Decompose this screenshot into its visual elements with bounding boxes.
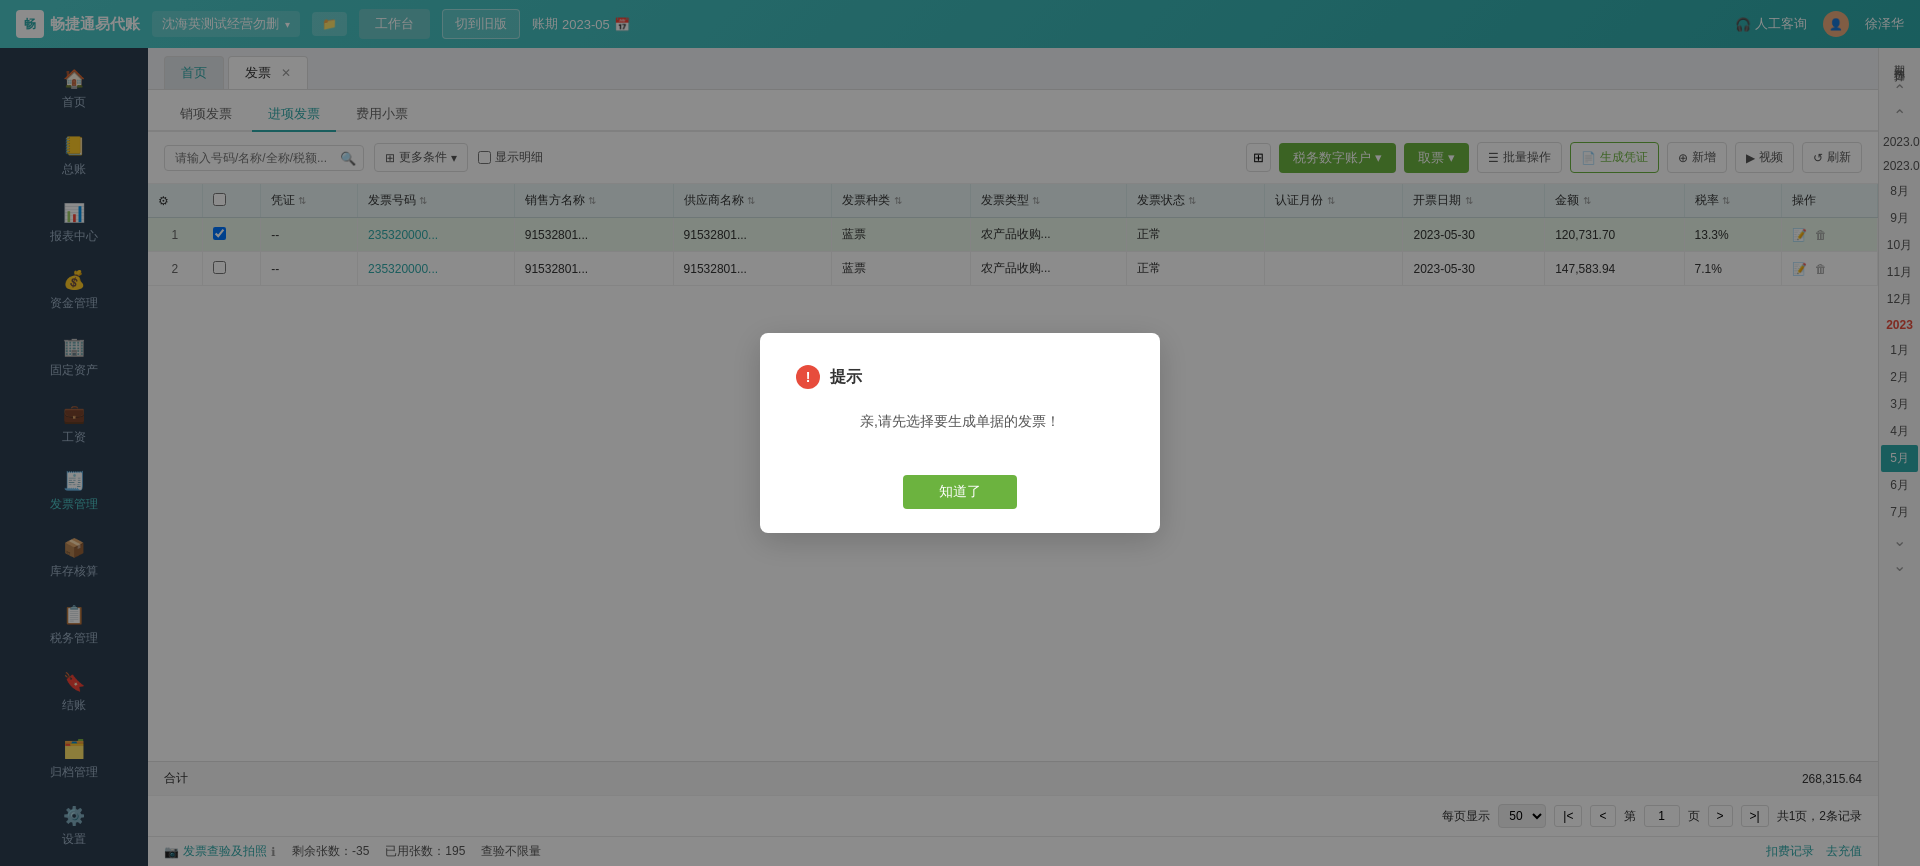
modal-overlay: ! 提示 亲,请先选择要生成单据的发票！ 知道了 — [0, 0, 1920, 866]
modal-dialog: ! 提示 亲,请先选择要生成单据的发票！ 知道了 — [760, 333, 1160, 533]
modal-message: 亲,请先选择要生成单据的发票！ — [860, 405, 1060, 439]
modal-footer: 知道了 — [760, 463, 1160, 533]
warning-icon: ! — [796, 365, 820, 389]
modal-ok-button[interactable]: 知道了 — [903, 475, 1017, 509]
modal-body: ! 提示 亲,请先选择要生成单据的发票！ — [760, 333, 1160, 463]
modal-title: 提示 — [830, 367, 862, 388]
modal-title-row: ! 提示 — [796, 365, 862, 389]
